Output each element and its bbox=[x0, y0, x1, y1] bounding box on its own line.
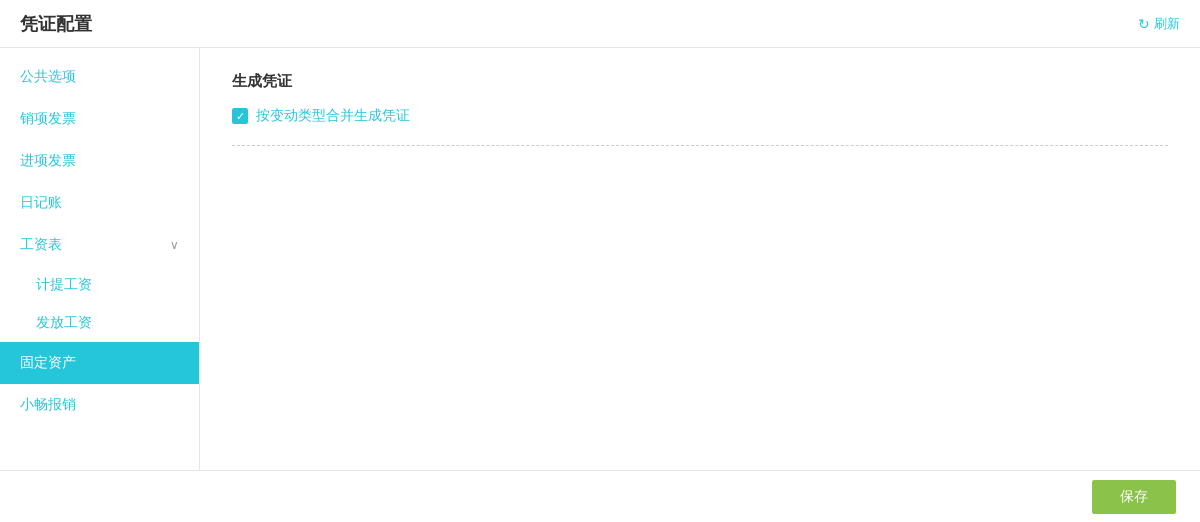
sidebar-item-journal[interactable]: 日记账 bbox=[0, 182, 199, 224]
sidebar-label-journal: 日记账 bbox=[20, 194, 62, 212]
chevron-down-icon: ∨ bbox=[170, 238, 179, 252]
save-button[interactable]: 保存 bbox=[1092, 480, 1176, 514]
footer: 保存 bbox=[0, 470, 1200, 522]
sidebar-label-expense-claim: 小畅报销 bbox=[20, 396, 76, 414]
section-divider bbox=[232, 145, 1168, 146]
sidebar-label-public-options: 公共选项 bbox=[20, 68, 76, 86]
checkbox-row: ✓ 按变动类型合并生成凭证 bbox=[232, 107, 1168, 125]
section-title: 生成凭证 bbox=[232, 72, 1168, 91]
sidebar-item-fixed-assets[interactable]: 固定资产 bbox=[0, 342, 199, 384]
sidebar-label-fixed-assets: 固定资产 bbox=[20, 354, 76, 372]
sidebar-item-purchase-invoice[interactable]: 进项发票 bbox=[0, 140, 199, 182]
main-content: 公共选项 销项发票 进项发票 日记账 工资表 ∨ 计提工资 发放工资 固定资产 … bbox=[0, 48, 1200, 470]
refresh-button[interactable]: ↻ 刷新 bbox=[1138, 15, 1180, 33]
sidebar-label-pay-payroll: 发放工资 bbox=[36, 314, 92, 330]
page-title: 凭证配置 bbox=[20, 12, 92, 36]
sidebar: 公共选项 销项发票 进项发票 日记账 工资表 ∨ 计提工资 发放工资 固定资产 … bbox=[0, 48, 200, 470]
header: 凭证配置 ↻ 刷新 bbox=[0, 0, 1200, 48]
sidebar-label-sales-invoice: 销项发票 bbox=[20, 110, 76, 128]
refresh-label: 刷新 bbox=[1154, 15, 1180, 33]
sidebar-item-pay-payroll[interactable]: 发放工资 bbox=[0, 304, 199, 342]
sidebar-label-calc-payroll: 计提工资 bbox=[36, 276, 92, 292]
sidebar-item-sales-invoice[interactable]: 销项发票 bbox=[0, 98, 199, 140]
content-area: 生成凭证 ✓ 按变动类型合并生成凭证 bbox=[200, 48, 1200, 470]
sidebar-item-public-options[interactable]: 公共选项 bbox=[0, 56, 199, 98]
merge-by-type-checkbox[interactable]: ✓ bbox=[232, 108, 248, 124]
refresh-icon: ↻ bbox=[1138, 16, 1150, 32]
checkbox-label[interactable]: 按变动类型合并生成凭证 bbox=[256, 107, 410, 125]
sidebar-item-expense-claim[interactable]: 小畅报销 bbox=[0, 384, 199, 426]
checkmark-icon: ✓ bbox=[236, 111, 245, 122]
sidebar-label-purchase-invoice: 进项发票 bbox=[20, 152, 76, 170]
sidebar-item-payroll-table[interactable]: 工资表 ∨ bbox=[0, 224, 199, 266]
sidebar-label-payroll-table: 工资表 bbox=[20, 236, 62, 254]
sidebar-item-calc-payroll[interactable]: 计提工资 bbox=[0, 266, 199, 304]
